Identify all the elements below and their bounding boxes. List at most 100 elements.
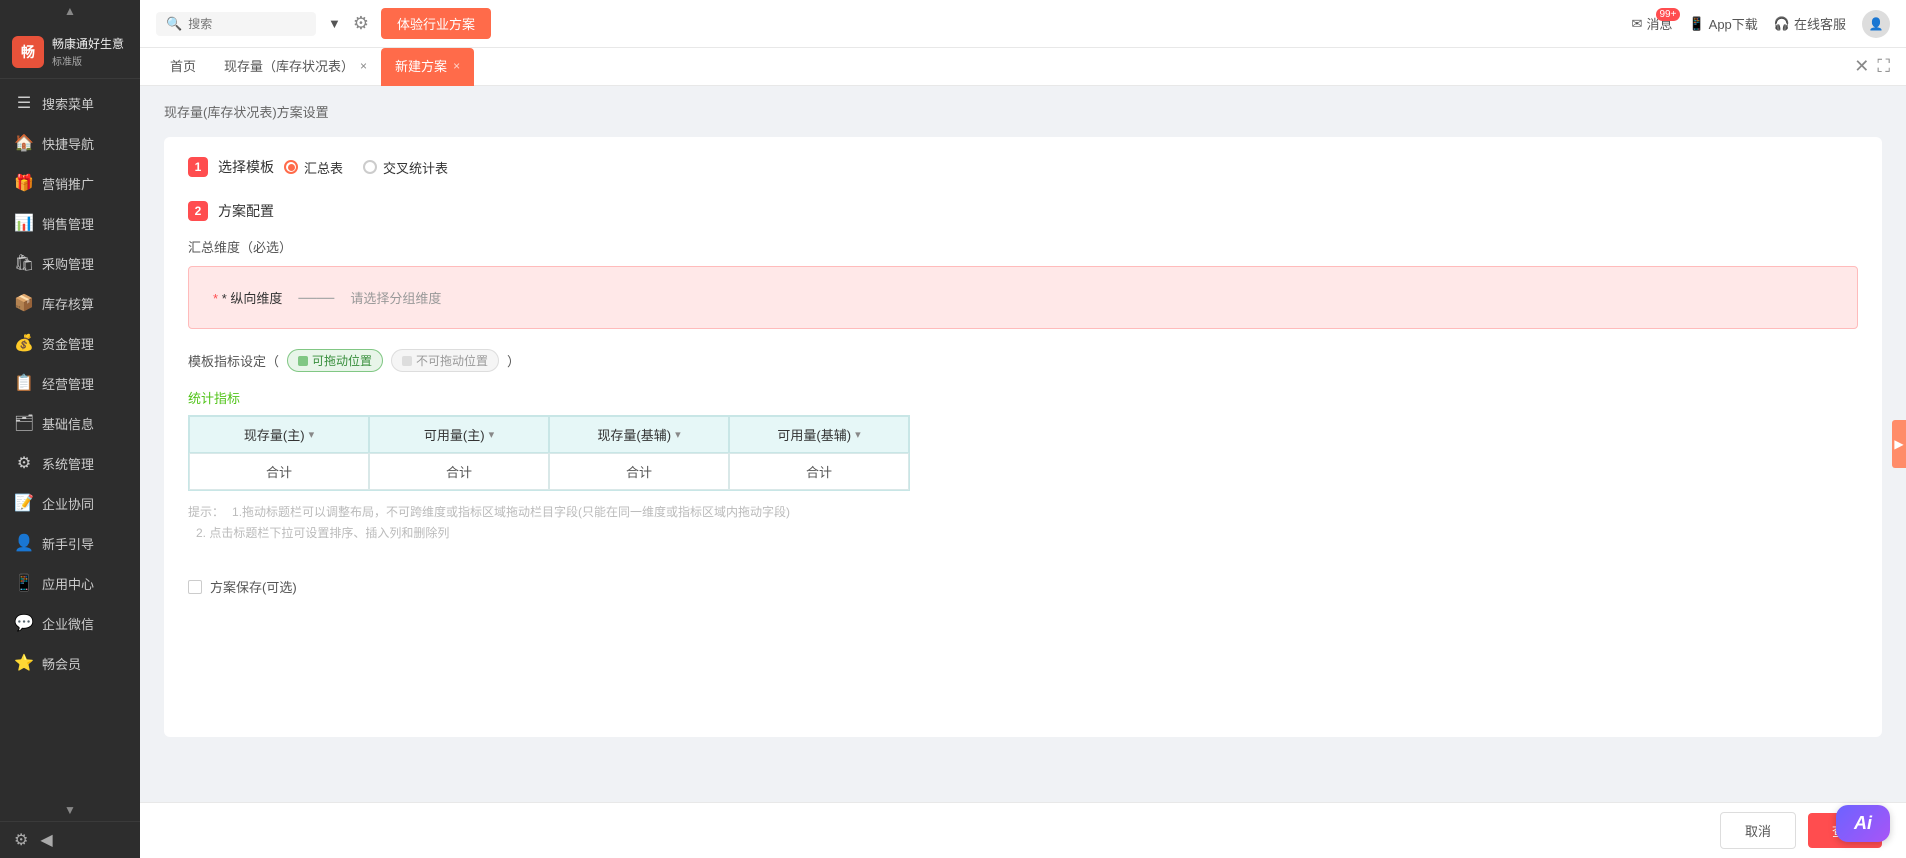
sidebar-item-contract[interactable]: 📝 企业协同	[0, 483, 140, 523]
no-drag-tag: 不可拖动位置	[391, 349, 499, 372]
col1-data: 合计	[189, 453, 369, 490]
dimension-area[interactable]: * * 纵向维度 —— 请选择分组维度	[188, 266, 1858, 329]
user-avatar[interactable]: 👤	[1862, 10, 1890, 38]
sidebar-item-label: 企业协同	[42, 494, 94, 513]
sidebar-scroll-down[interactable]: ▼	[0, 799, 140, 821]
operations-icon: 📋	[14, 373, 34, 393]
col2-header[interactable]: 可用量(主) ▾	[369, 416, 549, 453]
radio-summary[interactable]: 汇总表	[284, 158, 343, 177]
ai-badge[interactable]: Ai	[1836, 805, 1890, 842]
step1-title: 选择模板	[218, 157, 274, 177]
sidebar-item-label: 采购管理	[42, 254, 94, 273]
col4-header[interactable]: 可用量(基辅) ▾	[729, 416, 909, 453]
template-radio-group: 汇总表 交叉统计表	[284, 158, 448, 177]
sidebar-nav: ☰ 搜索菜单 🏠 快捷导航 🎁 营销推广 📊 销售管理 🛍 采购管理 📦 库存核…	[0, 79, 140, 799]
sidebar-logo: 畅 畅康通好生意 标准版	[0, 22, 140, 79]
app-download-button[interactable]: 📱 App下载	[1688, 14, 1757, 33]
sidebar-item-sales[interactable]: 📊 销售管理	[0, 203, 140, 243]
topbar-dropdown[interactable]: ▼	[328, 16, 341, 31]
save-checkbox-row: 方案保存(可选)	[188, 565, 1858, 608]
right-collapse-handle[interactable]: ▶	[1892, 420, 1906, 468]
sidebar-item-label: 系统管理	[42, 454, 94, 473]
save-label: 方案保存(可选)	[210, 577, 297, 596]
settings-icon[interactable]: ⚙	[14, 830, 28, 850]
tab-new-plan-close[interactable]: ×	[453, 59, 460, 73]
tab-inventory-close[interactable]: ×	[360, 59, 367, 73]
sidebar-item-label: 经营管理	[42, 374, 94, 393]
search-input[interactable]	[188, 17, 306, 31]
col2-chevron-icon: ▾	[489, 428, 495, 441]
tab-inventory-label: 现存量（库存状况表）	[224, 56, 354, 75]
close-panel-button[interactable]: ✕	[1854, 56, 1869, 77]
sidebar-item-app-center[interactable]: 📱 应用中心	[0, 563, 140, 603]
sidebar-item-label: 畅会员	[42, 654, 81, 673]
col1-chevron-icon: ▾	[309, 428, 315, 441]
sidebar: ▲ 畅 畅康通好生意 标准版 ☰ 搜索菜单 🏠 快捷导航 🎁 营销推广 📊 销售…	[0, 0, 140, 858]
online-service-button[interactable]: 🎧 在线客服	[1774, 14, 1846, 33]
sidebar-item-search-menu[interactable]: ☰ 搜索菜单	[0, 83, 140, 123]
indicator-label: 模板指标设定（ 可拖动位置 不可拖动位置 ）	[188, 349, 1858, 372]
step2-title: 方案配置	[218, 201, 274, 221]
finance-icon: 💰	[14, 333, 34, 353]
vertical-dimension-label: * * 纵向维度	[213, 288, 282, 307]
topbar-search-box[interactable]: 🔍	[156, 12, 316, 36]
col1-header[interactable]: 现存量(主) ▾	[189, 416, 369, 453]
tab-home-label: 首页	[170, 56, 196, 75]
footer-bar: 取消 查询	[140, 802, 1906, 858]
sidebar-item-quick-nav[interactable]: 🏠 快捷导航	[0, 123, 140, 163]
main-area: 🔍 ▼ ⚙ 体验行业方案 ✉ 消息 99+ 📱 App下载 🎧 在线客服 👤	[140, 0, 1906, 858]
sidebar-item-label: 库存核算	[42, 294, 94, 313]
step2-section: 2 方案配置 汇总维度（必选） * * 纵向维度 —— 请选择分组维度 模	[188, 201, 1858, 541]
sidebar-item-wechat[interactable]: 💬 企业微信	[0, 603, 140, 643]
tab-inventory-status[interactable]: 现存量（库存状况表） ×	[210, 48, 381, 86]
sidebar-item-system[interactable]: ⚙ 系统管理	[0, 443, 140, 483]
sidebar-item-purchase[interactable]: 🛍 采购管理	[0, 243, 140, 283]
radio-cross-circle	[363, 160, 377, 174]
sidebar-item-finance[interactable]: 💰 资金管理	[0, 323, 140, 363]
radio-summary-circle	[284, 160, 298, 174]
tab-new-plan[interactable]: 新建方案 ×	[381, 48, 474, 86]
table-body-row: 合计 合计 合计 合计	[189, 453, 909, 490]
sidebar-item-label: 应用中心	[42, 574, 94, 593]
inventory-icon: 📦	[14, 293, 34, 313]
sidebar-item-marketing[interactable]: 🎁 营销推广	[0, 163, 140, 203]
dimension-placeholder: 请选择分组维度	[350, 288, 441, 307]
trial-button[interactable]: 体验行业方案	[381, 8, 491, 39]
phone-icon: 📱	[1688, 16, 1704, 32]
col2-data: 合计	[369, 453, 549, 490]
dimension-dash: ——	[298, 287, 334, 308]
sidebar-item-basic-info[interactable]: 🗂 基础信息	[0, 403, 140, 443]
tips-section: 提示： 1.拖动标题栏可以调整布局，不可跨维度或指标区域拖动栏目字段(只能在同一…	[188, 503, 1858, 541]
sidebar-item-label: 搜索菜单	[42, 94, 94, 113]
cancel-button[interactable]: 取消	[1720, 812, 1796, 849]
expand-button[interactable]: ⛶	[1877, 56, 1890, 77]
collapse-icon[interactable]: ◀	[40, 830, 52, 850]
step2-header: 2 方案配置	[188, 201, 1858, 221]
col3-chevron-icon: ▾	[675, 428, 681, 441]
stats-label: 统计指标	[188, 388, 1858, 407]
radio-cross[interactable]: 交叉统计表	[363, 158, 448, 177]
sidebar-scroll-up[interactable]: ▲	[0, 0, 140, 22]
radio-cross-label: 交叉统计表	[383, 158, 448, 177]
draggable-tag: 可拖动位置	[287, 349, 383, 372]
sidebar-item-label: 营销推广	[42, 174, 94, 193]
sidebar-item-newcomer[interactable]: 👤 新手引导	[0, 523, 140, 563]
tabs-actions: ✕ ⛶	[1854, 56, 1890, 77]
sidebar-item-operations[interactable]: 📋 经营管理	[0, 363, 140, 403]
member-icon: ⭐	[14, 653, 34, 673]
sidebar-item-label: 销售管理	[42, 214, 94, 233]
sidebar-item-inventory[interactable]: 📦 库存核算	[0, 283, 140, 323]
topbar: 🔍 ▼ ⚙ 体验行业方案 ✉ 消息 99+ 📱 App下载 🎧 在线客服 👤	[140, 0, 1906, 48]
col4-chevron-icon: ▾	[855, 428, 861, 441]
messages-button[interactable]: ✉ 消息 99+	[1632, 14, 1673, 33]
col3-header[interactable]: 现存量(基辅) ▾	[549, 416, 729, 453]
tab-home[interactable]: 首页	[156, 48, 210, 86]
sidebar-item-member[interactable]: ⭐ 畅会员	[0, 643, 140, 683]
contract-icon: 📝	[14, 493, 34, 513]
sidebar-item-label: 资金管理	[42, 334, 94, 353]
messages-badge: 99+	[1656, 8, 1681, 21]
save-checkbox[interactable]	[188, 580, 202, 594]
settings-gear-icon[interactable]: ⚙	[353, 13, 369, 34]
quick-nav-icon: 🏠	[14, 133, 34, 153]
radio-summary-label: 汇总表	[304, 158, 343, 177]
